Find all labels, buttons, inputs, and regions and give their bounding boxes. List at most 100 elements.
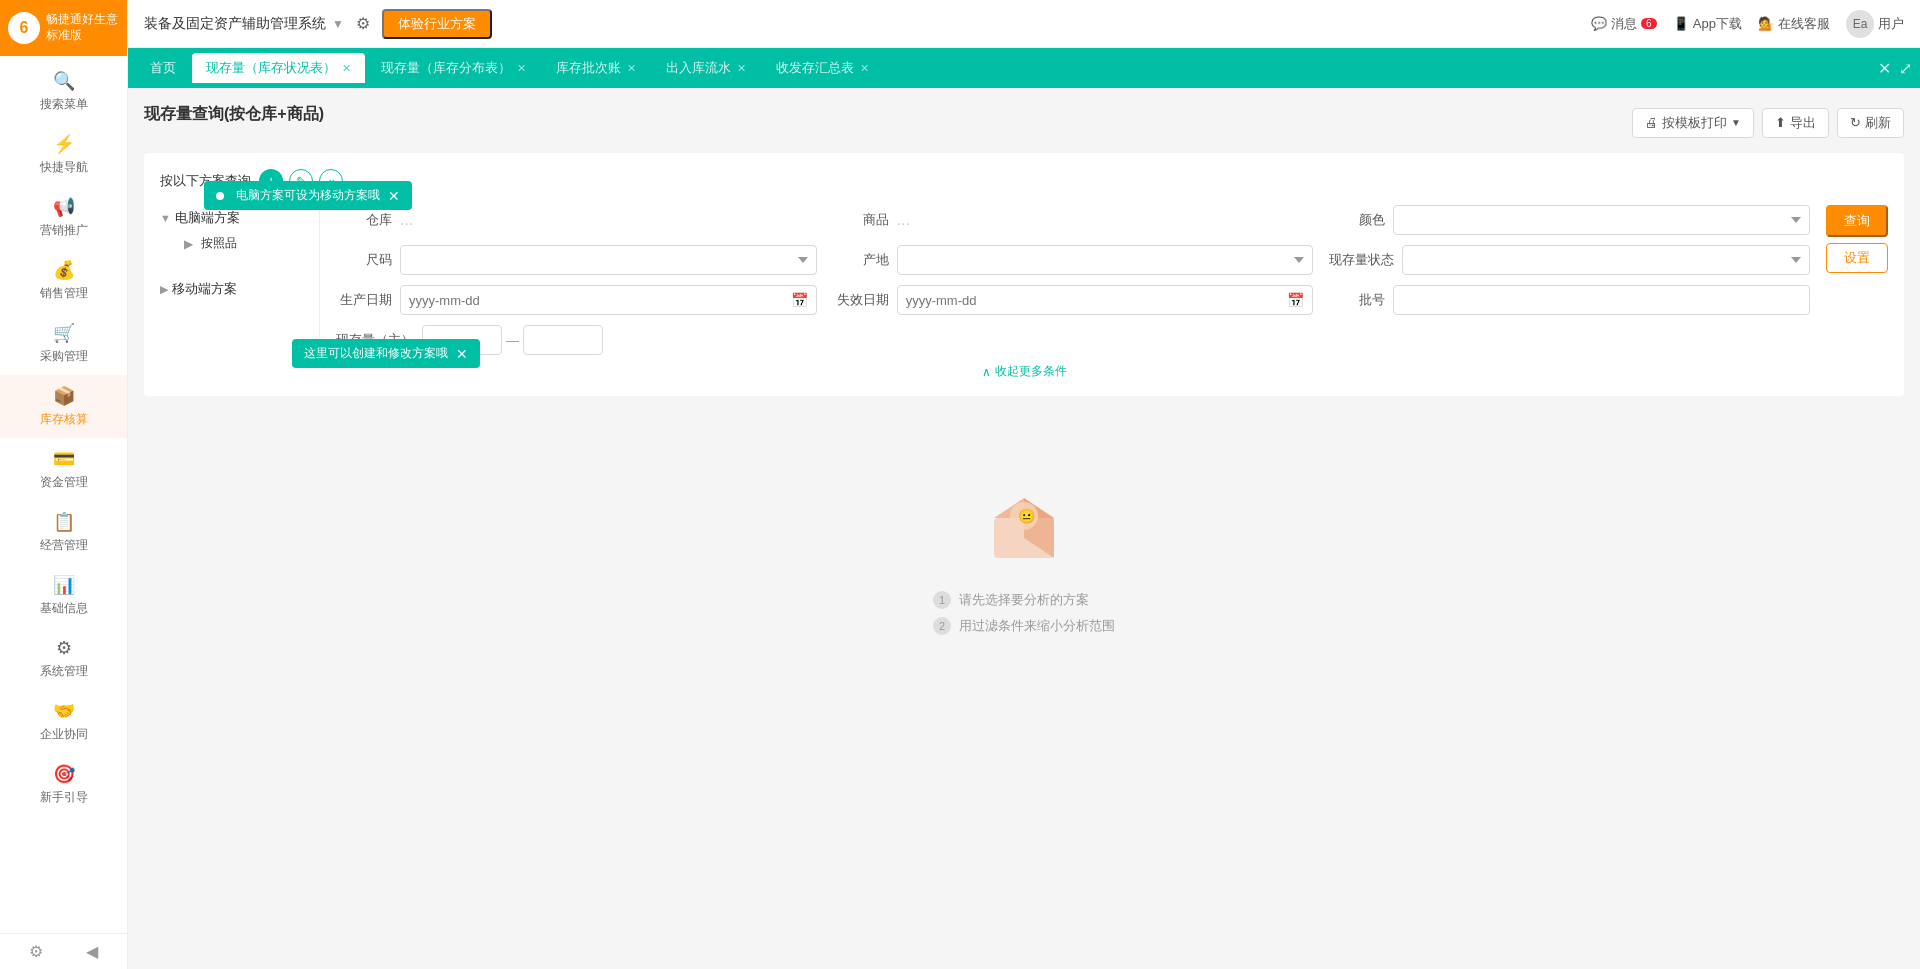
scheme-mobile[interactable]: ▶ 移动端方案 xyxy=(160,276,307,302)
empty-steps: 1 请先选择要分析的方案 2 用过滤条件来缩小分析范围 xyxy=(933,591,1115,635)
tab-collect-summary[interactable]: 收发存汇总表 ✕ xyxy=(762,53,883,83)
message-icon: 💬 xyxy=(1591,16,1607,31)
tooltip-create-scheme: 这里可以创建和修改方案哦 ✕ xyxy=(292,339,480,368)
export-btn[interactable]: ⬆ 导出 xyxy=(1762,108,1829,138)
quick-icon: ⚡ xyxy=(53,133,75,155)
sidebar-item-system[interactable]: ⚙ 系统管理 xyxy=(0,627,127,690)
production-date-label: 生产日期 xyxy=(336,291,392,309)
tab-stock-status-close[interactable]: ✕ xyxy=(342,62,351,75)
size-select[interactable] xyxy=(400,245,817,275)
marketing-icon: 📢 xyxy=(53,196,75,218)
online-service-btn[interactable]: 💁 在线客服 xyxy=(1758,15,1830,33)
goods-label: 商品 xyxy=(833,211,889,229)
empty-step-1: 1 请先选择要分析的方案 xyxy=(933,591,1115,609)
fullscreen-btn[interactable]: ⤢ xyxy=(1899,59,1912,78)
stock-status-field: 现存量状态 xyxy=(1329,245,1810,275)
sidebar-settings-btn[interactable]: ⚙ xyxy=(29,942,43,961)
qty-max-input[interactable] xyxy=(523,325,603,355)
refresh-btn[interactable]: ↻ 刷新 xyxy=(1837,108,1904,138)
reset-btn[interactable]: 设置 xyxy=(1826,243,1888,273)
sidebar-item-finance[interactable]: 💳 资金管理 xyxy=(0,438,127,501)
tab-stock-status[interactable]: 现存量（库存状况表） ✕ xyxy=(192,53,365,83)
topbar: 装备及固定资产辅助管理系统 ▼ ⚙ 体验行业方案 💬 消息 6 📱 App下载 … xyxy=(128,0,1920,48)
scheme-tree: ▼ 电脑端方案 ▶ 按照品 ▶ 移动端方案 xyxy=(160,205,320,355)
close-all-tabs-btn[interactable]: ✕ xyxy=(1878,59,1891,78)
empty-step-2: 2 用过滤条件来缩小分析范围 xyxy=(933,617,1115,635)
system-dropdown-arrow[interactable]: ▼ xyxy=(332,17,344,31)
warehouse-dots: ... xyxy=(400,211,413,229)
sidebar-menu: 🔍 搜索菜单 ⚡ 快捷导航 📢 营销推广 💰 销售管理 🛒 采购管理 📦 库存核… xyxy=(0,56,127,933)
guide-icon: 🎯 xyxy=(53,763,75,785)
tooltip1-close[interactable]: ✕ xyxy=(388,188,400,204)
stock-status-select[interactable] xyxy=(1402,245,1810,275)
color-field: 颜色 xyxy=(1329,205,1810,235)
topbar-settings-icon[interactable]: ⚙ xyxy=(356,14,370,33)
purchase-icon: 🛒 xyxy=(53,322,75,344)
tab-collect-summary-close[interactable]: ✕ xyxy=(860,62,869,75)
query-btn[interactable]: 查询 xyxy=(1826,205,1888,237)
sales-icon: 💰 xyxy=(53,259,75,281)
expiry-date-calendar-icon[interactable]: 📅 xyxy=(1287,292,1304,308)
cooperation-icon: 🤝 xyxy=(53,700,75,722)
origin-field: 产地 xyxy=(833,245,1314,275)
trial-button[interactable]: 体验行业方案 xyxy=(382,9,492,39)
filter-row-3: 生产日期 📅 失效日期 📅 xyxy=(336,285,1810,315)
collapse-btn[interactable]: ∧ 收起更多条件 xyxy=(982,363,1067,380)
expiry-date-field: 失效日期 📅 xyxy=(833,285,1314,315)
sidebar-logo: 6 畅捷通好生意 标准版 xyxy=(0,0,127,56)
tab-batch-ledger-close[interactable]: ✕ xyxy=(627,62,636,75)
empty-state: 😐 1 请先选择要分析的方案 2 用过滤条件来缩小分析范围 xyxy=(144,408,1904,695)
query-reset-btns: 查询 设置 xyxy=(1826,205,1888,355)
sidebar-item-sales[interactable]: 💰 销售管理 xyxy=(0,249,127,312)
goods-dots: ... xyxy=(897,211,910,229)
topbar-left: 装备及固定资产辅助管理系统 ▼ ⚙ 体验行业方案 xyxy=(144,9,492,39)
expiry-date-input[interactable] xyxy=(906,293,1284,308)
app-download-btn[interactable]: 📱 App下载 xyxy=(1673,15,1742,33)
tooltip2-close[interactable]: ✕ xyxy=(456,346,468,362)
user-area[interactable]: Ea 用户 xyxy=(1846,10,1904,38)
phone-icon: 📱 xyxy=(1673,16,1689,31)
tab-stock-dist-close[interactable]: ✕ xyxy=(517,62,526,75)
filter-header: 按以下方案查询 + ✎ « xyxy=(160,169,1888,193)
stock-status-label: 现存量状态 xyxy=(1329,251,1394,269)
expiry-date-label: 失效日期 xyxy=(833,291,889,309)
sidebar-item-inventory[interactable]: 📦 库存核算 xyxy=(0,375,127,438)
sidebar-item-cooperation[interactable]: 🤝 企业协同 xyxy=(0,690,127,753)
sidebar-item-guide[interactable]: 🎯 新手引导 xyxy=(0,753,127,816)
scheme-desktop-child[interactable]: ▶ 按照品 xyxy=(160,231,307,256)
empty-illustration: 😐 xyxy=(964,468,1084,568)
sidebar-item-marketing[interactable]: 📢 营销推广 xyxy=(0,186,127,249)
tooltip-dot-1 xyxy=(216,192,224,200)
tab-stock-dist[interactable]: 现存量（库存分布表） ✕ xyxy=(367,53,540,83)
user-avatar: Ea xyxy=(1846,10,1874,38)
step-2-num: 2 xyxy=(933,617,951,635)
print-template-btn[interactable]: 🖨 按模板打印 ▼ xyxy=(1632,108,1754,138)
sidebar-item-operations[interactable]: 📋 经营管理 xyxy=(0,501,127,564)
page-title: 现存量查询(按仓库+商品) xyxy=(144,104,324,125)
sidebar-item-search[interactable]: 🔍 搜索菜单 xyxy=(0,60,127,123)
topbar-right: 💬 消息 6 📱 App下载 💁 在线客服 Ea 用户 xyxy=(1591,10,1904,38)
sidebar-item-purchase[interactable]: 🛒 采购管理 xyxy=(0,312,127,375)
sidebar-collapse-btn[interactable]: ◀ xyxy=(86,942,98,961)
content-area: 现存量查询(按仓库+商品) 🖨 按模板打印 ▼ ⬆ 导出 ↻ 刷新 xyxy=(128,88,1920,969)
batch-input[interactable] xyxy=(1393,285,1810,315)
sidebar-item-quick[interactable]: ⚡ 快捷导航 xyxy=(0,123,127,186)
origin-select[interactable] xyxy=(897,245,1314,275)
production-date-input[interactable] xyxy=(409,293,787,308)
color-select[interactable] xyxy=(1393,205,1810,235)
step-1-num: 1 xyxy=(933,591,951,609)
logo-text: 畅捷通好生意 标准版 xyxy=(46,12,118,43)
tab-batch-ledger[interactable]: 库存批次账 ✕ xyxy=(542,53,650,83)
scheme-desktop-child-label: 按照品 xyxy=(201,235,237,252)
tab-in-out-flow[interactable]: 出入库流水 ✕ xyxy=(652,53,760,83)
production-date-calendar-icon[interactable]: 📅 xyxy=(791,292,808,308)
finance-icon: 💳 xyxy=(53,448,75,470)
scheme-arrow-mobile: ▶ xyxy=(160,283,168,296)
tab-home[interactable]: 首页 xyxy=(136,53,190,83)
messages-btn[interactable]: 💬 消息 6 xyxy=(1591,15,1657,33)
sub-arrow: ▶ xyxy=(184,237,193,251)
sidebar-bottom: ⚙ ◀ xyxy=(0,933,127,969)
sidebar-item-basic[interactable]: 📊 基础信息 xyxy=(0,564,127,627)
filter-panel: 电脑方案可设为移动方案哦 ✕ 这里可以创建和修改方案哦 ✕ 按以下方案查询 + … xyxy=(144,153,1904,396)
tab-in-out-flow-close[interactable]: ✕ xyxy=(737,62,746,75)
